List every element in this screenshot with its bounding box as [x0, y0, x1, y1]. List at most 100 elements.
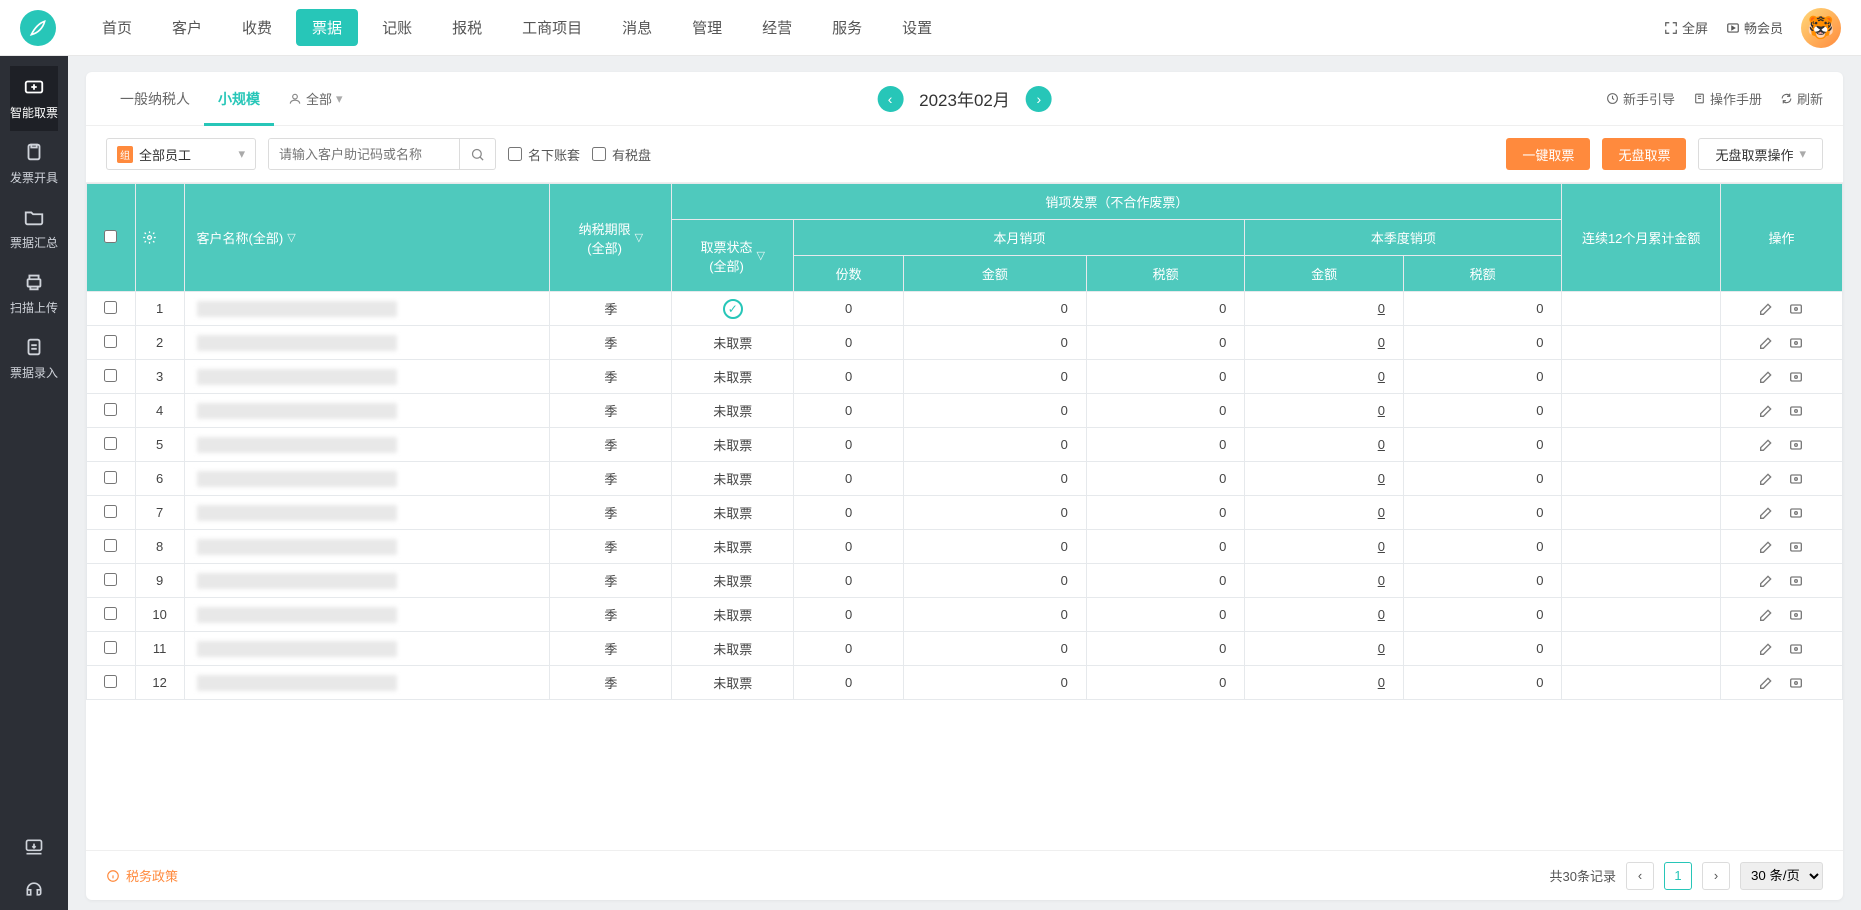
nav-收费[interactable]: 收费 — [226, 9, 288, 46]
nav-经营[interactable]: 经营 — [746, 9, 808, 46]
nav-工商项目[interactable]: 工商项目 — [506, 9, 598, 46]
row-checkbox[interactable] — [104, 437, 117, 450]
nodisk-fetch-button[interactable]: 无盘取票 — [1602, 138, 1686, 170]
nav-首页[interactable]: 首页 — [86, 9, 148, 46]
row-checkbox[interactable] — [104, 471, 117, 484]
tab-小规模[interactable]: 小规模 — [204, 72, 274, 126]
edit-button[interactable] — [1755, 536, 1777, 558]
view-button[interactable] — [1785, 434, 1807, 456]
period-prev-button[interactable]: ‹ — [877, 86, 903, 112]
col-tax-period[interactable]: 纳税期限 (全部)▽ — [550, 184, 672, 292]
under-account-checkbox[interactable]: 名下账套 — [508, 145, 580, 164]
edit-button[interactable] — [1755, 400, 1777, 422]
guide-link[interactable]: 新手引导 — [1606, 89, 1675, 108]
sidebar-download-button[interactable] — [23, 826, 45, 868]
row-checkbox[interactable] — [104, 301, 117, 314]
app-logo[interactable] — [20, 10, 56, 46]
has-disk-checkbox[interactable]: 有税盘 — [592, 145, 651, 164]
sidebar: 智能取票发票开具票据汇总扫描上传票据录入 — [0, 56, 68, 910]
view-button[interactable] — [1785, 604, 1807, 626]
row-checkbox[interactable] — [104, 335, 117, 348]
edit-button[interactable] — [1755, 434, 1777, 456]
row-checkbox[interactable] — [104, 403, 117, 416]
edit-button[interactable] — [1755, 672, 1777, 694]
page-number[interactable]: 1 — [1664, 862, 1692, 890]
period-label[interactable]: 2023年02月 — [919, 86, 1010, 111]
view-button[interactable] — [1785, 502, 1807, 524]
edit-button[interactable] — [1755, 366, 1777, 388]
nav-管理[interactable]: 管理 — [676, 9, 738, 46]
edit-button[interactable] — [1755, 468, 1777, 490]
view-button[interactable] — [1785, 298, 1807, 320]
info-icon — [106, 869, 120, 883]
view-button[interactable] — [1785, 400, 1807, 422]
quarter-amount-link: 0 — [1378, 607, 1385, 622]
fetch-invoice-button[interactable]: 一键取票 — [1506, 138, 1590, 170]
tax-policy-link[interactable]: 税务政策 — [106, 866, 178, 885]
sidebar-item-智能取票[interactable]: 智能取票 — [10, 66, 58, 131]
edit-button[interactable] — [1755, 502, 1777, 524]
table-settings-button[interactable] — [135, 184, 184, 292]
person-icon — [288, 92, 302, 106]
edit-button[interactable] — [1755, 604, 1777, 626]
fullscreen-button[interactable]: 全屏 — [1664, 18, 1708, 37]
page-next-button[interactable]: › — [1702, 862, 1730, 890]
view-button[interactable] — [1785, 536, 1807, 558]
nav-设置[interactable]: 设置 — [886, 9, 948, 46]
search-button[interactable] — [459, 139, 495, 169]
nav-消息[interactable]: 消息 — [606, 9, 668, 46]
row-checkbox[interactable] — [104, 675, 117, 688]
row-checkbox[interactable] — [104, 505, 117, 518]
nav-报税[interactable]: 报税 — [436, 9, 498, 46]
sidebar-item-发票开具[interactable]: 发票开具 — [10, 131, 58, 196]
view-button[interactable] — [1785, 638, 1807, 660]
search-input[interactable] — [269, 139, 459, 169]
book-icon — [1693, 92, 1706, 105]
view-button[interactable] — [1785, 468, 1807, 490]
filter-all-dropdown[interactable]: 全部 ▾ — [288, 89, 343, 108]
customer-name-redacted — [197, 471, 397, 487]
edit-button[interactable] — [1755, 332, 1777, 354]
customer-name-redacted — [197, 641, 397, 657]
tab-一般纳税人[interactable]: 一般纳税人 — [106, 72, 204, 126]
select-all-checkbox[interactable] — [104, 230, 117, 243]
clipboard-icon — [23, 141, 45, 163]
edit-button[interactable] — [1755, 298, 1777, 320]
row-checkbox[interactable] — [104, 369, 117, 382]
customer-name-redacted — [197, 335, 397, 351]
user-avatar[interactable]: 🐯 — [1801, 8, 1841, 48]
edit-button[interactable] — [1755, 570, 1777, 592]
horizontal-scrollbar[interactable] — [86, 836, 1843, 850]
row-checkbox[interactable] — [104, 641, 117, 654]
row-checkbox[interactable] — [104, 607, 117, 620]
sidebar-item-票据汇总[interactable]: 票据汇总 — [10, 196, 58, 261]
view-button[interactable] — [1785, 366, 1807, 388]
member-button[interactable]: 畅会员 — [1726, 18, 1783, 37]
page-size-select[interactable]: 30 条/页 — [1740, 862, 1823, 890]
period-next-button[interactable]: › — [1026, 86, 1052, 112]
col-customer[interactable]: 客户名称(全部)▽ — [184, 184, 550, 292]
nav-记账[interactable]: 记账 — [366, 9, 428, 46]
view-button[interactable] — [1785, 332, 1807, 354]
sidebar-item-票据录入[interactable]: 票据录入 — [10, 326, 58, 391]
employee-select[interactable]: 组 全部员工 ▾ — [106, 138, 256, 170]
row-checkbox[interactable] — [104, 573, 117, 586]
sidebar-headset-button[interactable] — [23, 868, 45, 910]
sidebar-item-扫描上传[interactable]: 扫描上传 — [10, 261, 58, 326]
table-row: 8季未取票00000 — [87, 530, 1843, 564]
nav-客户[interactable]: 客户 — [156, 9, 218, 46]
quarter-amount-link: 0 — [1378, 335, 1385, 350]
page-prev-button[interactable]: ‹ — [1626, 862, 1654, 890]
refresh-link[interactable]: 刷新 — [1780, 89, 1823, 108]
nav-服务[interactable]: 服务 — [816, 9, 878, 46]
manual-link[interactable]: 操作手册 — [1693, 89, 1762, 108]
view-button[interactable] — [1785, 672, 1807, 694]
search-icon — [470, 147, 485, 162]
view-button[interactable] — [1785, 570, 1807, 592]
nodisk-ops-dropdown[interactable]: 无盘取票操作 ▾ — [1698, 138, 1823, 170]
edit-button[interactable] — [1755, 638, 1777, 660]
refresh-icon — [1780, 92, 1793, 105]
col-fetch-status[interactable]: 取票状态 (全部)▽ — [672, 220, 794, 292]
row-checkbox[interactable] — [104, 539, 117, 552]
nav-票据[interactable]: 票据 — [296, 9, 358, 46]
